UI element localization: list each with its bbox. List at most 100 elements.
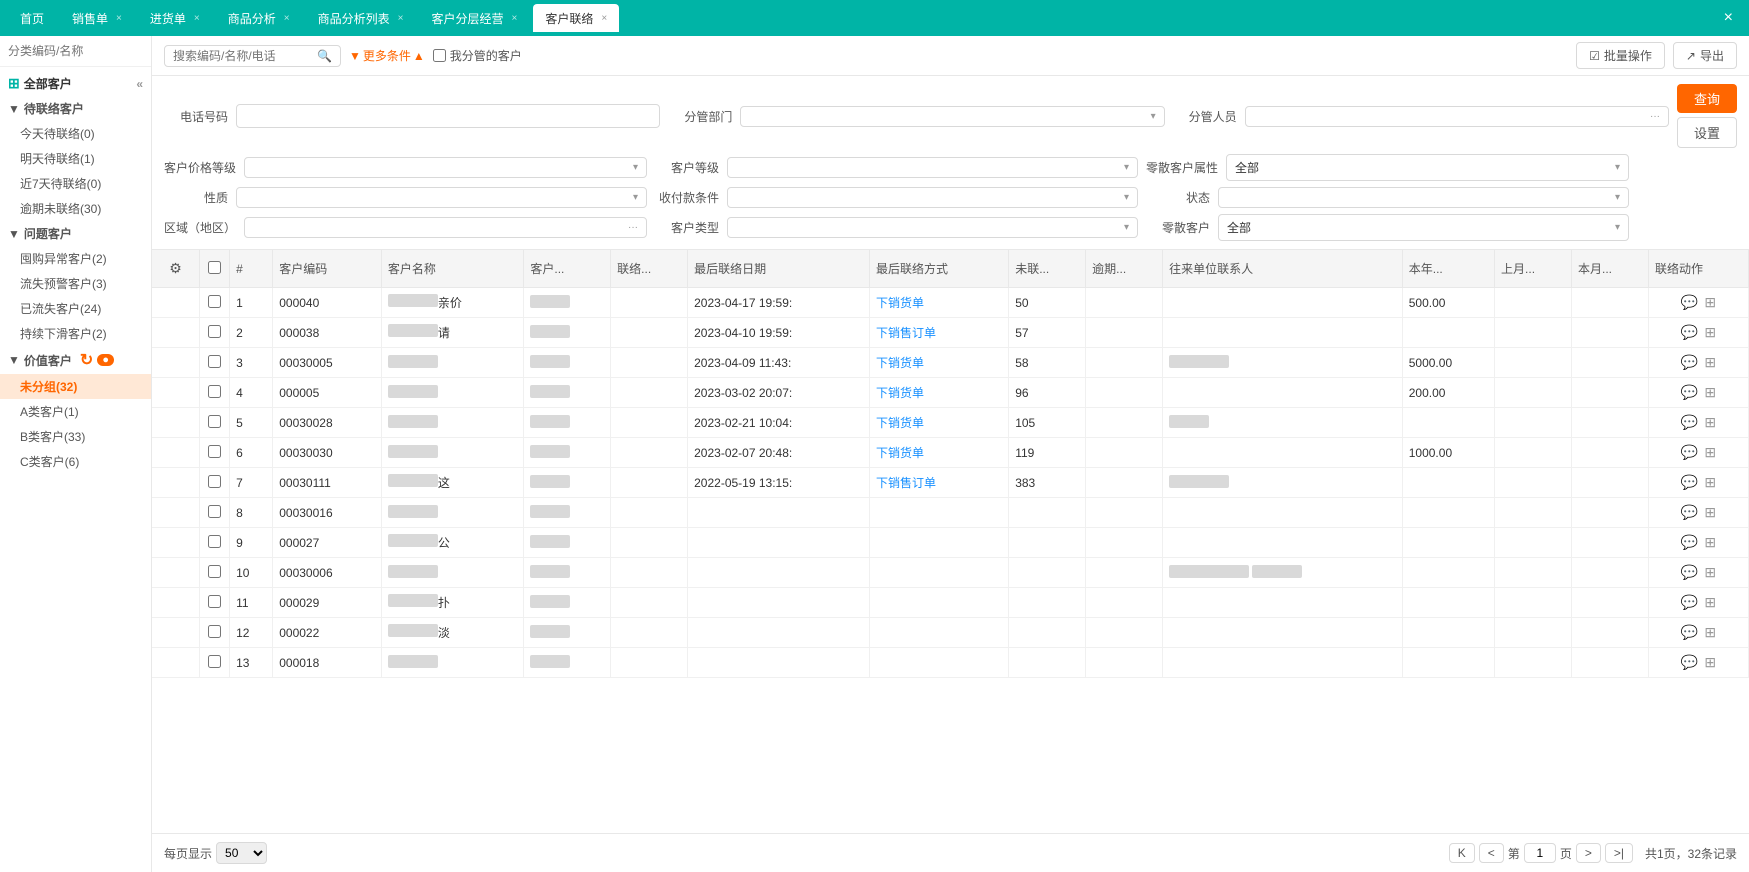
my-customer-checkbox-label[interactable]: 我分管的客户 [433, 47, 522, 64]
chat-icon[interactable]: 💬 [1681, 654, 1698, 671]
all-customers-header[interactable]: ⊞ 全部客户 « [0, 67, 151, 96]
tab-customer-layer[interactable]: 客户分层经营 × [419, 4, 529, 32]
chat-icon[interactable]: 💬 [1681, 474, 1698, 491]
sidebar-item-hoarding[interactable]: 囤购异常客户(2) [0, 246, 151, 271]
last-way-link[interactable]: 下销货单 [876, 386, 924, 400]
chat-icon[interactable]: 💬 [1681, 444, 1698, 461]
sidebar-item-class-c[interactable]: C类客户(6) [0, 449, 151, 474]
grid-action-icon[interactable]: ⊞ [1704, 354, 1716, 371]
row-checkbox[interactable] [208, 475, 221, 488]
search-icon[interactable]: 🔍 [317, 49, 332, 63]
row-checkbox[interactable] [208, 325, 221, 338]
chat-icon[interactable]: 💬 [1681, 414, 1698, 431]
tab-sales[interactable]: 销售单 × [60, 4, 134, 32]
grid-action-icon[interactable]: ⊞ [1704, 474, 1716, 491]
select-all-checkbox[interactable] [208, 261, 221, 274]
close-tab-customer-layer[interactable]: × [511, 13, 517, 24]
row-checkbox[interactable] [208, 355, 221, 368]
row-checkbox[interactable] [208, 295, 221, 308]
last-page-btn[interactable]: >| [1605, 843, 1633, 863]
sidebar-search-input[interactable] [8, 44, 152, 58]
payment-select[interactable]: ▾ [727, 187, 1138, 208]
tab-customer-contact[interactable]: 客户联络 × [533, 4, 619, 32]
phone-input[interactable] [236, 104, 660, 128]
grid-action-icon[interactable]: ⊞ [1704, 594, 1716, 611]
scatter-customer-select[interactable]: 全部 ▾ [1218, 214, 1629, 241]
chat-icon[interactable]: 💬 [1681, 534, 1698, 551]
sidebar-group-value[interactable]: ▼ 价值客户 ↻ ● [0, 346, 151, 374]
close-tab-sales[interactable]: × [116, 13, 122, 24]
sidebar-item-churned[interactable]: 已流失客户(24) [0, 296, 151, 321]
dept-select[interactable]: ▾ [740, 106, 1164, 127]
nature-select[interactable]: ▾ [236, 187, 647, 208]
last-way-link[interactable]: 下销售订单 [876, 476, 936, 490]
first-page-btn[interactable]: K [1449, 843, 1475, 863]
last-way-link[interactable]: 下销售订单 [876, 326, 936, 340]
tab-home[interactable]: 首页 [8, 4, 56, 32]
manager-select[interactable]: ··· [1245, 106, 1669, 127]
scatter-attr-select[interactable]: 全部 ▾ [1226, 154, 1629, 181]
page-input[interactable] [1524, 843, 1556, 863]
sidebar-item-tomorrow[interactable]: 明天待联络(1) [0, 146, 151, 171]
chat-icon[interactable]: 💬 [1681, 324, 1698, 341]
row-checkbox[interactable] [208, 385, 221, 398]
sidebar-item-class-a[interactable]: A类客户(1) [0, 399, 151, 424]
chat-icon[interactable]: 💬 [1681, 354, 1698, 371]
sidebar-item-churn-warning[interactable]: 流失预警客户(3) [0, 271, 151, 296]
sidebar-item-declining[interactable]: 持续下滑客户(2) [0, 321, 151, 346]
row-checkbox[interactable] [208, 445, 221, 458]
sidebar-group-problem[interactable]: ▼ 问题客户 [0, 221, 151, 246]
prev-page-btn[interactable]: < [1479, 843, 1504, 863]
sidebar-item-overdue[interactable]: 逾期未联络(30) [0, 196, 151, 221]
close-tab-customer-contact[interactable]: × [601, 13, 607, 24]
grid-action-icon[interactable]: ⊞ [1704, 384, 1716, 401]
sidebar-group-pending[interactable]: ▼ 待联络客户 [0, 96, 151, 121]
status-select[interactable]: ▾ [1218, 187, 1629, 208]
row-checkbox[interactable] [208, 565, 221, 578]
chat-icon[interactable]: 💬 [1681, 594, 1698, 611]
sidebar-item-today[interactable]: 今天待联络(0) [0, 121, 151, 146]
refresh-icon[interactable]: ↻ [80, 350, 93, 370]
reset-btn[interactable]: 设置 [1677, 117, 1737, 148]
customer-type-select[interactable]: ▾ [727, 217, 1138, 238]
grid-action-icon[interactable]: ⊞ [1704, 444, 1716, 461]
region-select[interactable]: ··· [244, 217, 647, 238]
last-way-link[interactable]: 下销货单 [876, 446, 924, 460]
row-checkbox[interactable] [208, 535, 221, 548]
tab-product-analysis-list[interactable]: 商品分析列表 × [306, 4, 416, 32]
grid-action-icon[interactable]: ⊞ [1704, 564, 1716, 581]
sidebar-item-7days[interactable]: 近7天待联络(0) [0, 171, 151, 196]
row-checkbox[interactable] [208, 625, 221, 638]
chat-icon[interactable]: 💬 [1681, 624, 1698, 641]
tab-product-analysis[interactable]: 商品分析 × [216, 4, 302, 32]
grid-action-icon[interactable]: ⊞ [1704, 624, 1716, 641]
export-btn[interactable]: ↗ 导出 [1673, 42, 1737, 69]
grid-action-icon[interactable]: ⊞ [1704, 324, 1716, 341]
last-way-link[interactable]: 下销货单 [876, 356, 924, 370]
column-settings-btn[interactable]: ⚙ [167, 258, 184, 279]
close-all-tabs[interactable]: × [1716, 9, 1741, 27]
search-input[interactable] [173, 49, 313, 63]
grid-action-icon[interactable]: ⊞ [1704, 414, 1716, 431]
close-tab-purchase[interactable]: × [194, 13, 200, 24]
per-page-select[interactable]: 50 100 200 [216, 842, 267, 864]
chat-icon[interactable]: 💬 [1681, 384, 1698, 401]
grid-action-icon[interactable]: ⊞ [1704, 654, 1716, 671]
customer-level-select[interactable]: ▾ [727, 157, 1138, 178]
tab-purchase[interactable]: 进货单 × [138, 4, 212, 32]
sidebar-item-ungrouped[interactable]: 未分组(32) [0, 374, 151, 399]
chat-icon[interactable]: 💬 [1681, 504, 1698, 521]
row-checkbox[interactable] [208, 655, 221, 668]
last-way-link[interactable]: 下销货单 [876, 416, 924, 430]
more-conditions-btn[interactable]: ▼ 更多条件 ▲ [349, 47, 425, 64]
last-way-link[interactable]: 下销货单 [876, 296, 924, 310]
grid-action-icon[interactable]: ⊞ [1704, 534, 1716, 551]
grid-action-icon[interactable]: ⊞ [1704, 294, 1716, 311]
close-tab-product-list[interactable]: × [398, 13, 404, 24]
row-checkbox[interactable] [208, 415, 221, 428]
close-tab-product-analysis[interactable]: × [284, 13, 290, 24]
chat-icon[interactable]: 💬 [1681, 294, 1698, 311]
sidebar-item-class-b[interactable]: B类客户(33) [0, 424, 151, 449]
price-level-select[interactable]: ▾ [244, 157, 647, 178]
row-checkbox[interactable] [208, 595, 221, 608]
